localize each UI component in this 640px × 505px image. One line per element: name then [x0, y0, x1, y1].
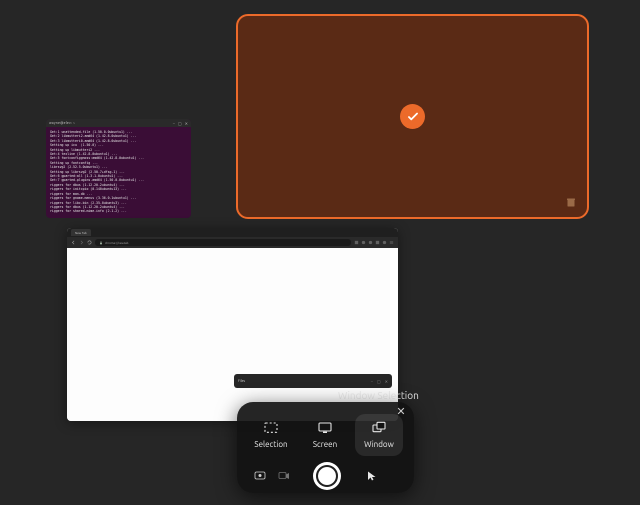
browser-toolbar: chrome://newtab: [67, 237, 398, 248]
mode-label: Window: [364, 440, 394, 449]
mode-label: Screen: [313, 440, 337, 449]
selected-check-badge: [400, 104, 425, 129]
selected-desktop-window[interactable]: [236, 14, 589, 219]
screenshot-mode-window[interactable]: Window: [355, 414, 403, 456]
screenshot-bottom-row: [247, 462, 404, 490]
window-controls: – ▢ ✕: [173, 121, 188, 126]
terminal-titlebar[interactable]: wayne@elev: ~ – ▢ ✕: [46, 119, 191, 127]
screenshot-include-pointer-toggle[interactable]: [365, 469, 379, 483]
profile-icon[interactable]: [382, 240, 387, 245]
terminal-window[interactable]: wayne@elev: ~ – ▢ ✕ Get:1 unattended-fil…: [46, 119, 191, 218]
screenshot-tooltip: Window Selection: [338, 390, 419, 401]
screenshot-close-button[interactable]: ✕: [394, 404, 408, 418]
screenshot-mode-row: Selection Screen Window: [247, 414, 404, 456]
lock-icon: [99, 241, 103, 245]
screenshot-mode-selection[interactable]: Selection: [247, 414, 295, 456]
browser-tabstrip[interactable]: New Tab: [67, 228, 398, 237]
screenshot-shutter-button[interactable]: [313, 462, 341, 490]
camera-icon: [253, 470, 267, 482]
mode-label: Selection: [254, 440, 287, 449]
nav-forward-icon[interactable]: [79, 240, 84, 245]
terminal-title: wayne@elev: ~: [49, 121, 75, 125]
video-icon: [277, 470, 291, 482]
browser-extensions: [354, 240, 394, 245]
activities-overview: wayne@elev: ~ – ▢ ✕ Get:1 unattended-fil…: [0, 0, 640, 505]
addressbar[interactable]: chrome://newtab: [95, 239, 351, 246]
terminal-output: Get:1 unattended-file (1.50.0-0ubuntu1) …: [46, 127, 191, 218]
extension-icon[interactable]: [375, 240, 380, 245]
mini-window[interactable]: Files – ▢ ✕: [234, 374, 392, 388]
cursor-icon: [366, 470, 378, 482]
maximize-icon[interactable]: ▢: [178, 121, 182, 126]
browser-tab[interactable]: New Tab: [71, 229, 91, 236]
menu-icon[interactable]: [389, 240, 394, 245]
maximize-icon[interactable]: ▢: [377, 379, 381, 384]
minimize-icon[interactable]: –: [371, 379, 373, 384]
browser-tab-title: New Tab: [75, 231, 87, 235]
window-controls: – ▢ ✕: [371, 379, 388, 384]
minimize-icon[interactable]: –: [173, 121, 175, 126]
nav-back-icon[interactable]: [71, 240, 76, 245]
window-icon: [369, 421, 389, 437]
close-icon[interactable]: ✕: [185, 121, 188, 126]
screen-icon: [315, 421, 335, 437]
close-icon[interactable]: ✕: [385, 379, 388, 384]
addressbar-url: chrome://newtab: [105, 241, 128, 245]
shutter-inner: [316, 465, 338, 487]
extension-icon[interactable]: [368, 240, 373, 245]
check-icon: [406, 110, 420, 124]
extension-icon[interactable]: [361, 240, 366, 245]
extension-icon[interactable]: [354, 240, 359, 245]
trash-icon: [565, 195, 577, 209]
selection-icon: [261, 421, 281, 437]
screenshot-panel: ✕ Selection Screen: [237, 402, 414, 493]
nav-reload-icon[interactable]: [87, 240, 92, 245]
screenshot-video-toggle[interactable]: [277, 470, 291, 482]
mini-window-title: Files: [238, 379, 245, 383]
screenshot-photo-toggle[interactable]: [253, 470, 267, 482]
screenshot-mode-screen[interactable]: Screen: [301, 414, 349, 456]
